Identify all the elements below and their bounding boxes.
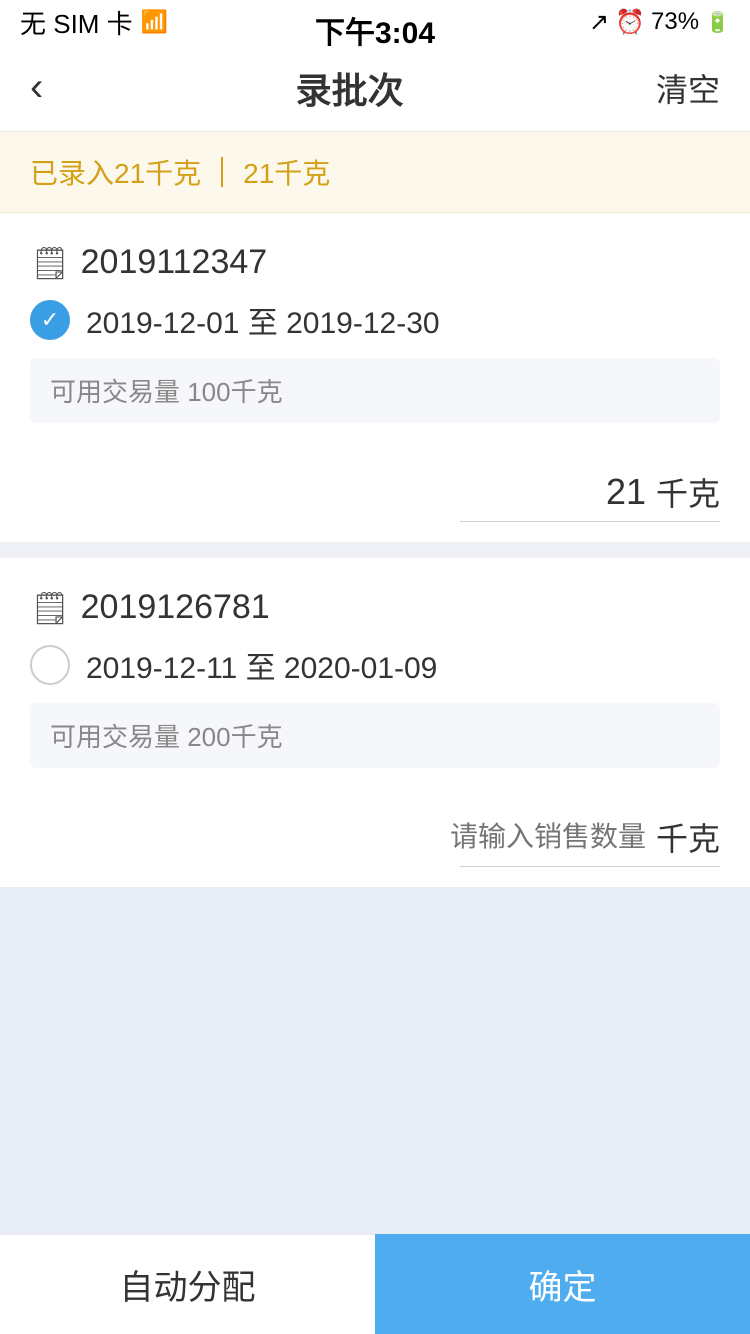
section-divider bbox=[0, 542, 750, 558]
batch1-date: 2019-12-01 至 2019-12-30 bbox=[86, 298, 440, 342]
confirm-button[interactable]: 确定 bbox=[375, 1234, 750, 1334]
check-icon: ✓ bbox=[41, 307, 59, 333]
clear-button[interactable]: 清空 bbox=[656, 65, 720, 111]
batch1-quantity-wrapper: 千克 bbox=[0, 453, 750, 542]
batch2-quantity-wrapper: 千克 bbox=[0, 798, 750, 887]
back-button[interactable]: ‹ bbox=[30, 65, 43, 110]
batch2-date-row[interactable]: 2019-12-11 至 2020-01-09 bbox=[30, 643, 720, 687]
batch1-qty-underline bbox=[460, 521, 720, 522]
batch1-id-row: 🗒 2019112347 bbox=[30, 243, 720, 282]
batch1-quantity-inner: 千克 bbox=[0, 453, 750, 542]
batch2-icon: 🗒 bbox=[30, 589, 71, 627]
batch2-qty-underline bbox=[460, 866, 720, 867]
batch2-available-box: 可用交易量 200千克 bbox=[30, 703, 720, 768]
batch2-card: 🗒 2019126781 2019-12-11 至 2020-01-09 可用交… bbox=[0, 558, 750, 798]
status-bar: 无 SIM 卡 📶 下午3:04 ↗ ⏰ 73% 🔋 bbox=[0, 0, 750, 44]
status-left: 无 SIM 卡 📶 bbox=[20, 4, 168, 41]
batch1-available: 可用交易量 100千克 bbox=[50, 377, 283, 407]
info-banner: 已录入21千克 21千克 bbox=[0, 132, 750, 213]
total-amount: 21千克 bbox=[243, 152, 330, 192]
batch2-quantity-inner: 千克 bbox=[0, 798, 750, 887]
gray-area bbox=[0, 887, 750, 1287]
batch1-icon: 🗒 bbox=[30, 244, 71, 282]
batch1-card: 🗒 2019112347 ✓ 2019-12-01 至 2019-12-30 可… bbox=[0, 213, 750, 453]
batch1-unit: 千克 bbox=[656, 469, 720, 515]
batch1-available-box: 可用交易量 100千克 bbox=[30, 358, 720, 423]
batch1-qty-row: 千克 bbox=[446, 469, 720, 515]
batch2-unit: 千克 bbox=[656, 814, 720, 860]
batch2-radio[interactable] bbox=[30, 645, 70, 685]
batch1-id: 2019112347 bbox=[81, 243, 268, 282]
batch2-id-row: 🗒 2019126781 bbox=[30, 588, 720, 627]
wifi-icon: 📶 bbox=[141, 9, 168, 35]
status-right: ↗ ⏰ 73% 🔋 bbox=[589, 8, 730, 37]
batch1-radio[interactable]: ✓ bbox=[30, 300, 70, 340]
bottom-bar: 自动分配 确定 bbox=[0, 1234, 750, 1334]
batch2-qty-row: 千克 bbox=[446, 814, 720, 860]
battery-icon: 🔋 bbox=[705, 10, 730, 35]
batch2-date: 2019-12-11 至 2020-01-09 bbox=[86, 643, 437, 687]
no-sim-label: 无 SIM 卡 bbox=[20, 4, 133, 41]
location-icon: ↗ bbox=[589, 8, 609, 37]
battery-label: 73% bbox=[651, 8, 699, 36]
batch1-date-row[interactable]: ✓ 2019-12-01 至 2019-12-30 bbox=[30, 298, 720, 342]
batch2-id: 2019126781 bbox=[81, 588, 270, 627]
alarm-icon: ⏰ bbox=[615, 8, 645, 37]
nav-bar: ‹ 录批次 清空 bbox=[0, 44, 750, 132]
info-divider bbox=[221, 157, 223, 187]
page-title: 录批次 bbox=[296, 62, 404, 114]
batch2-available: 可用交易量 200千克 bbox=[50, 722, 283, 752]
auto-distribute-button[interactable]: 自动分配 bbox=[0, 1234, 375, 1334]
recorded-amount: 已录入21千克 bbox=[30, 152, 201, 192]
batch1-quantity-input[interactable] bbox=[446, 471, 646, 513]
batch2-quantity-input[interactable] bbox=[446, 821, 646, 853]
status-time: 下午3:04 bbox=[315, 8, 435, 52]
